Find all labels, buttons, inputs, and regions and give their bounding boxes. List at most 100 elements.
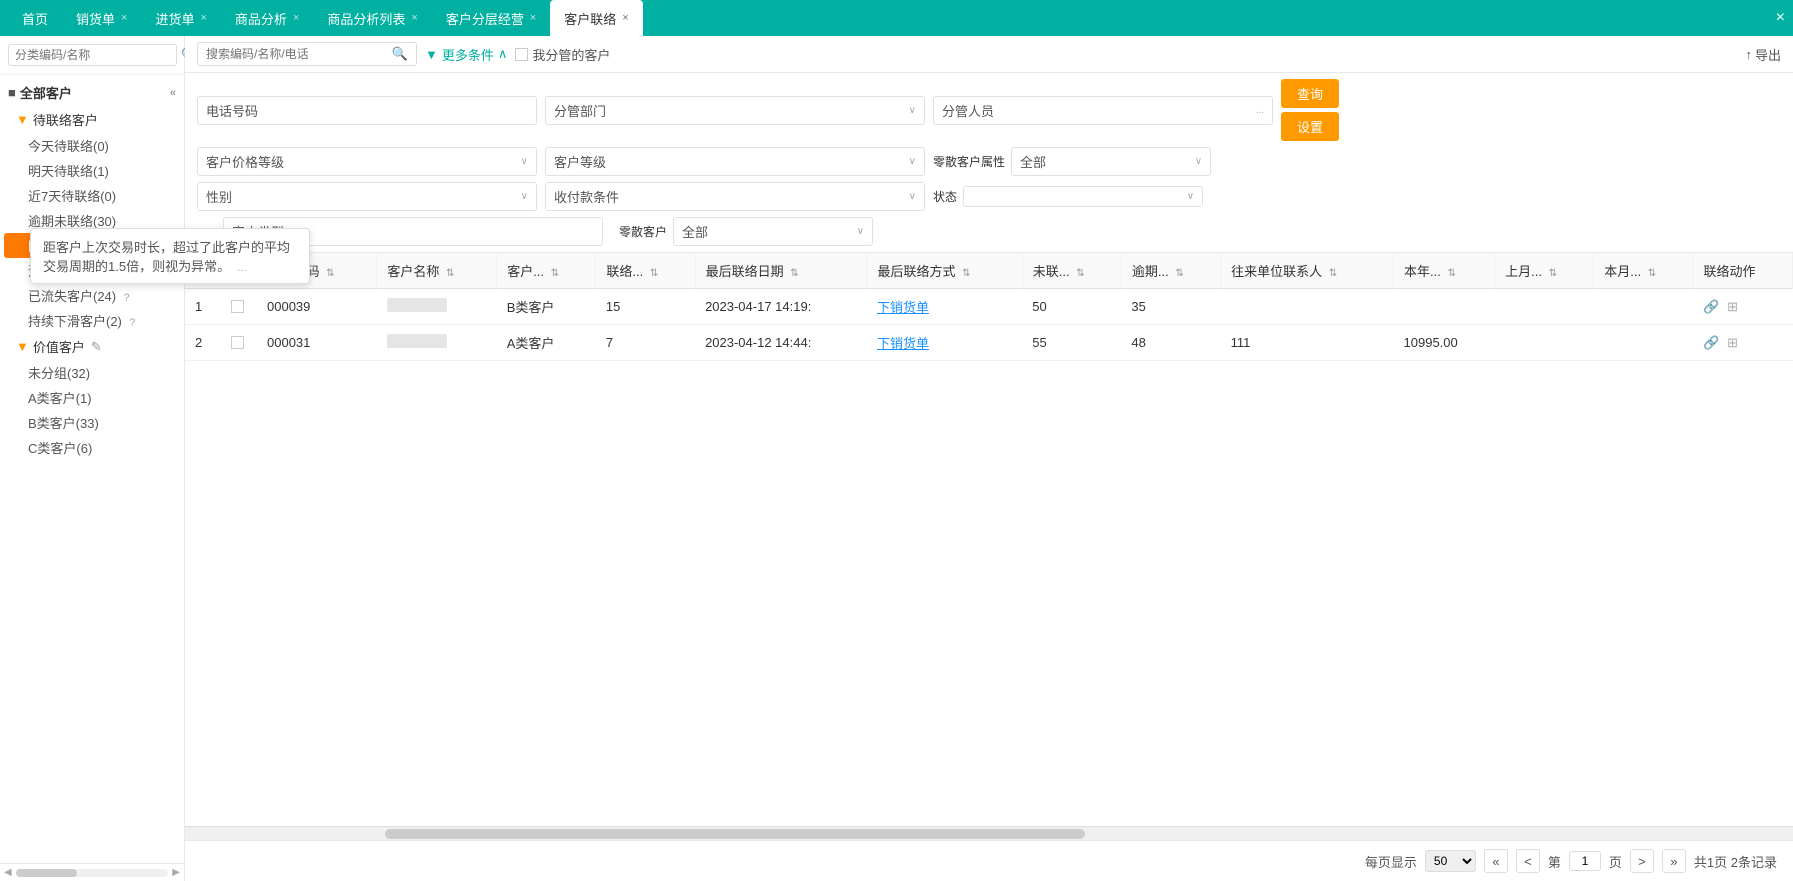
search-input[interactable] <box>206 47 392 61</box>
overdue-sort-icon[interactable]: ⇅ <box>1175 268 1183 279</box>
customer-level-field[interactable]: 客户等级 ∨ <box>545 147 925 176</box>
row-index: 1 <box>185 289 221 325</box>
row-last-month <box>1495 289 1594 325</box>
close-purchase-order-icon[interactable]: × <box>200 12 206 24</box>
last-date-sort-icon[interactable]: ⇅ <box>790 268 798 279</box>
phone-field[interactable]: 电话号码 <box>197 96 537 125</box>
prev-page-button[interactable]: < <box>1516 849 1540 873</box>
code-sort-icon[interactable]: ⇅ <box>326 268 334 279</box>
first-page-button[interactable]: « <box>1484 849 1508 873</box>
value-customers-edit-icon[interactable]: ✎ <box>91 339 102 355</box>
export-icon: ↑ <box>1745 47 1752 62</box>
nav-customer-tiering[interactable]: 客户分层经营 × <box>432 0 550 36</box>
sidebar-tomorrow[interactable]: 明天待联络(1) <box>0 158 184 183</box>
query-button[interactable]: 查询 <box>1281 79 1339 108</box>
grid-icon[interactable]: ⊞ <box>1727 299 1738 315</box>
nav-purchase-order[interactable]: 进货单 × <box>141 0 220 36</box>
row-overdue: 35 <box>1121 289 1220 325</box>
this-month-sort-icon[interactable]: ⇅ <box>1648 268 1656 279</box>
nav-product-analysis[interactable]: 商品分析 × <box>221 0 313 36</box>
horizontal-scrollbar[interactable] <box>185 826 1793 840</box>
close-customer-tiering-icon[interactable]: × <box>530 12 536 24</box>
scrollbar-thumb[interactable] <box>385 829 1085 839</box>
nav-sales-order[interactable]: 销货单 × <box>62 0 141 36</box>
close-sales-order-icon[interactable]: × <box>121 12 127 24</box>
gender-chevron-icon: ∨ <box>521 191 528 202</box>
table-row: 1 000039 B类客户 15 2023-04-17 14:19: 下销货单 … <box>185 289 1793 325</box>
already-lost-help-icon[interactable]: ? <box>123 292 129 304</box>
contacts-sort-icon[interactable]: ⇅ <box>1329 268 1337 279</box>
last-page-button[interactable]: » <box>1662 849 1686 873</box>
manager-more-icon[interactable]: ... <box>1256 105 1264 116</box>
payment-field[interactable]: 收付款条件 ∨ <box>545 182 925 211</box>
page-input[interactable] <box>1569 851 1601 871</box>
close-product-analysis-list-icon[interactable]: × <box>411 12 417 24</box>
filter-icon: ▼ <box>425 47 438 62</box>
close-customer-contact-icon[interactable]: × <box>622 12 628 24</box>
sidebar-class-b[interactable]: B类客户(33) <box>0 410 184 435</box>
uncontacted-sort-icon[interactable]: ⇅ <box>1076 268 1084 279</box>
search-icon[interactable]: 🔍 <box>392 46 408 62</box>
status-field[interactable]: ∨ <box>963 186 1203 207</box>
sidebar-pending-contact[interactable]: ▼ 待联络客户 <box>0 106 184 133</box>
next-page-button[interactable]: > <box>1630 849 1654 873</box>
nav-customer-contact[interactable]: 客户联络 × <box>550 0 642 36</box>
sidebar-class-c[interactable]: C类客户(6) <box>0 435 184 460</box>
top-navigation: 首页 销货单 × 进货单 × 商品分析 × 商品分析列表 × 客户分层经营 × … <box>0 0 1793 36</box>
link-icon[interactable]: 🔗 <box>1703 299 1719 315</box>
last-method-link[interactable]: 下销货单 <box>877 300 929 315</box>
row-last-date: 2023-04-17 14:19: <box>695 289 867 325</box>
manager-field[interactable]: 分管人员 ... <box>933 96 1273 125</box>
th-last-month: 上月... ⇅ <box>1495 253 1594 289</box>
nav-product-analysis-list[interactable]: 商品分析列表 × <box>313 0 431 36</box>
page-size-select[interactable]: 50 20 100 <box>1425 850 1476 872</box>
export-button[interactable]: ↑ 导出 <box>1745 45 1781 64</box>
row-checkbox-cell <box>221 325 257 361</box>
sidebar-bottom-bar: ◀ ▶ <box>0 863 184 881</box>
last-month-sort-icon[interactable]: ⇅ <box>1549 268 1557 279</box>
name-sort-icon[interactable]: ⇅ <box>446 268 454 279</box>
row-this-month <box>1594 325 1693 361</box>
link-icon[interactable]: 🔗 <box>1703 335 1719 351</box>
more-conditions-button[interactable]: ▼ 更多条件 ∧ <box>425 45 507 64</box>
last-method-link[interactable]: 下销货单 <box>877 336 929 351</box>
row-checkbox[interactable] <box>231 336 244 349</box>
window-close-button[interactable]: × <box>1776 9 1785 27</box>
class-sort-icon[interactable]: ⇅ <box>551 268 559 279</box>
sidebar-value-customers[interactable]: ▼ 价值客户 ✎ <box>0 333 184 360</box>
sidebar-class-a[interactable]: A类客户(1) <box>0 385 184 410</box>
retail-attr-field[interactable]: 全部 ∨ <box>1011 147 1211 176</box>
last-method-sort-icon[interactable]: ⇅ <box>962 268 970 279</box>
my-customers-checkbox[interactable] <box>515 48 528 61</box>
search-box: 🔍 <box>197 42 417 66</box>
nav-home[interactable]: 首页 <box>8 0 62 36</box>
contact-count-sort-icon[interactable]: ⇅ <box>650 268 658 279</box>
table-row: 2 000031 A类客户 7 2023-04-12 14:44: 下销货单 5… <box>185 325 1793 361</box>
row-overdue: 48 <box>1121 325 1220 361</box>
department-field[interactable]: 分管部门 ∨ <box>545 96 925 125</box>
row-last-date: 2023-04-12 14:44: <box>695 325 867 361</box>
setup-button[interactable]: 设置 <box>1281 112 1339 141</box>
tooltip-more-icon[interactable]: ... <box>237 262 246 274</box>
grid-icon[interactable]: ⊞ <box>1727 335 1738 351</box>
gender-field[interactable]: 性别 ∨ <box>197 182 537 211</box>
row-checkbox[interactable] <box>231 300 244 313</box>
row-last-month <box>1495 325 1594 361</box>
sidebar-today[interactable]: 今天待联络(0) <box>0 133 184 158</box>
row-last-method: 下销货单 <box>867 289 1022 325</box>
this-year-sort-icon[interactable]: ⇅ <box>1448 268 1456 279</box>
sidebar-all-customers[interactable]: ■ 全部客户 « <box>0 79 184 106</box>
sidebar-already-lost[interactable]: 已流失客户(24) ? <box>0 283 184 308</box>
sidebar-unclassified[interactable]: 未分组(32) <box>0 360 184 385</box>
sidebar-collapse-icon[interactable]: « <box>170 87 176 99</box>
customers-table: ⚙ 客户编码 ⇅ 客户名称 ⇅ <box>185 253 1793 361</box>
row-last-method: 下销货单 <box>867 325 1022 361</box>
sidebar-search-input[interactable] <box>8 44 177 66</box>
sidebar-sustained-down[interactable]: 持续下滑客户(2) ? <box>0 308 184 333</box>
sidebar-near7days[interactable]: 近7天待联络(0) <box>0 183 184 208</box>
price-level-field[interactable]: 客户价格等级 ∨ <box>197 147 537 176</box>
sustained-down-help-icon[interactable]: ? <box>129 317 135 329</box>
content-area: 🔍 ▼ 更多条件 ∧ 我分管的客户 ↑ 导出 电话号码 <box>185 36 1793 881</box>
close-product-analysis-icon[interactable]: × <box>293 12 299 24</box>
retail-customer-field[interactable]: 全部 ∨ <box>673 217 873 246</box>
